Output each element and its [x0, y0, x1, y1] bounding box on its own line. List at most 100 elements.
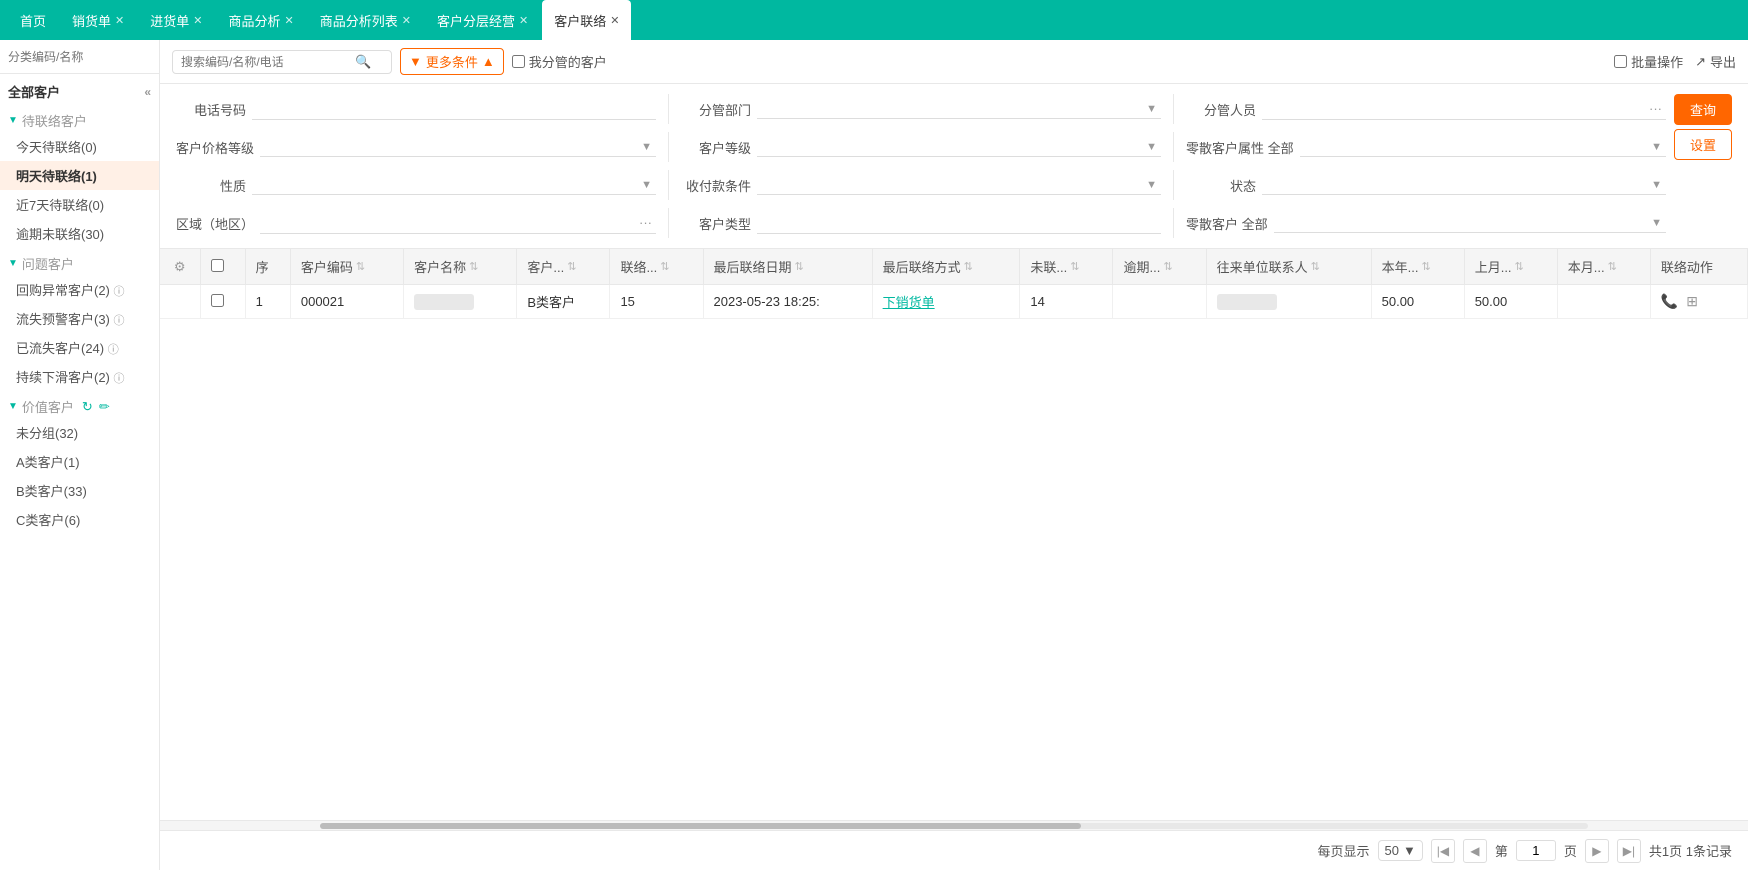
batch-checkbox[interactable]	[1614, 55, 1627, 68]
col-last-contact-date[interactable]: 最后联络日期⇅	[703, 249, 872, 285]
sidebar-item-class-b[interactable]: B类客户(33)	[0, 476, 159, 505]
close-icon[interactable]: ✕	[402, 14, 411, 27]
col-customer-code[interactable]: 客户编码⇅	[290, 249, 403, 285]
all-customers-section[interactable]: 全部客户 «	[0, 74, 159, 105]
filter-row-2: 客户价格等级 ▼ 客户等级 ▼	[176, 132, 1666, 162]
edit-icon[interactable]: ✏	[99, 399, 110, 415]
nav-home[interactable]: 首页	[8, 0, 58, 40]
person-label: 分管人员	[1186, 100, 1256, 119]
total-label: 共1页 1条记录	[1649, 841, 1732, 860]
sidebar-item-class-c[interactable]: C类客户(6)	[0, 505, 159, 534]
retail-attr-select[interactable]: ▼	[1300, 138, 1666, 157]
status-select[interactable]: ▼	[1262, 176, 1666, 195]
sidebar-item-today-contact[interactable]: 今天待联络(0)	[0, 132, 159, 161]
nav-tab-product-analysis[interactable]: 商品分析 ✕	[216, 0, 305, 40]
sidebar: 🔍 全部客户 « ▼ 待联络客户 今天待联络(0) 明天待联络(1) 近7天待联…	[0, 40, 160, 870]
col-customer-name[interactable]: 客户名称⇅	[404, 249, 517, 285]
chevron-down-icon: ▼	[1146, 103, 1157, 115]
region-select[interactable]: ···	[260, 212, 656, 234]
close-icon[interactable]: ✕	[519, 14, 528, 27]
sidebar-item-tomorrow-contact[interactable]: 明天待联络(1)	[0, 161, 159, 190]
close-icon[interactable]: ✕	[115, 14, 124, 27]
nav-tab-salesorder[interactable]: 销货单 ✕	[60, 0, 136, 40]
sidebar-item-ungrouped[interactable]: 未分组(32)	[0, 418, 159, 447]
col-settings[interactable]: ⚙	[160, 249, 200, 285]
payment-select[interactable]: ▼	[757, 176, 1161, 195]
col-last-month[interactable]: 上月...⇅	[1464, 249, 1557, 285]
sidebar-item-class-a[interactable]: A类客户(1)	[0, 447, 159, 476]
setting-button[interactable]: 设置	[1674, 129, 1732, 160]
phone-input[interactable]	[252, 98, 656, 120]
sidebar-item-declining[interactable]: 持续下滑客户(2) ⓘ	[0, 362, 159, 391]
status-label: 状态	[1186, 176, 1256, 195]
sidebar-item-7day-contact[interactable]: 近7天待联络(0)	[0, 190, 159, 219]
col-unit-contact[interactable]: 往来单位联系人⇅	[1206, 249, 1371, 285]
filter-retail-attr: 零散客户属性 全部 ▼	[1186, 138, 1666, 157]
price-level-select[interactable]: ▼	[260, 138, 656, 157]
col-contact-count[interactable]: 联络...⇅	[610, 249, 703, 285]
chevron-down-icon: ▼	[1146, 141, 1157, 153]
close-icon[interactable]: ✕	[193, 14, 202, 27]
sidebar-item-churned[interactable]: 已流失客户(24) ⓘ	[0, 333, 159, 362]
row-last-contact-date: 2023-05-23 18:25:	[703, 285, 872, 319]
scrollbar-thumb[interactable]	[320, 823, 1081, 829]
last-page-button[interactable]: ▶|	[1617, 839, 1641, 863]
batch-op-button[interactable]: 批量操作	[1614, 52, 1683, 71]
col-last-contact-method[interactable]: 最后联络方式⇅	[872, 249, 1020, 285]
first-page-button[interactable]: |◀	[1431, 839, 1455, 863]
grid-action-icon[interactable]: ⊞	[1686, 293, 1698, 310]
export-button[interactable]: ↗ 导出	[1695, 52, 1736, 71]
last-contact-method-link[interactable]: 下销货单	[883, 295, 935, 310]
person-select[interactable]: ···	[1262, 98, 1666, 120]
sort-icon: ⇅	[795, 260, 804, 273]
customer-type-input[interactable]	[757, 212, 1161, 234]
customer-level-select[interactable]: ▼	[757, 138, 1161, 157]
row-last-contact-method: 下销货单	[872, 285, 1020, 319]
col-this-month[interactable]: 本月...⇅	[1557, 249, 1650, 285]
close-icon[interactable]: ✕	[285, 14, 294, 27]
prev-page-button[interactable]: ◀	[1463, 839, 1487, 863]
nav-tab-purchaseorder[interactable]: 进货单 ✕	[138, 0, 214, 40]
nav-tab-customer-tier[interactable]: 客户分层经营 ✕	[425, 0, 540, 40]
page-label: 第	[1495, 841, 1508, 860]
col-this-year[interactable]: 本年...⇅	[1371, 249, 1464, 285]
dept-select[interactable]: ▼	[757, 100, 1161, 119]
col-customer-type[interactable]: 客户...⇅	[517, 249, 610, 285]
collapse-icon[interactable]: «	[144, 85, 151, 99]
col-overdue[interactable]: 逾期...⇅	[1113, 249, 1206, 285]
search-icon[interactable]: 🔍	[355, 54, 371, 70]
sidebar-item-abnormal-repurchase[interactable]: 回购异常客户(2) ⓘ	[0, 275, 159, 304]
sidebar-search-container: 🔍	[0, 40, 159, 74]
sidebar-item-churn-warning[interactable]: 流失预警客户(3) ⓘ	[0, 304, 159, 333]
sidebar-search-input[interactable]	[8, 50, 160, 64]
page-input[interactable]	[1516, 840, 1556, 861]
more-filter-button[interactable]: ▼ 更多条件 ▲	[400, 48, 504, 75]
search-input[interactable]	[181, 55, 351, 69]
sort-icon: ⇅	[1070, 260, 1079, 273]
my-customers-checkbox[interactable]: 我分管的客户	[512, 52, 607, 71]
next-page-button[interactable]: ▶	[1585, 839, 1609, 863]
filter-price-level: 客户价格等级 ▼	[176, 138, 656, 157]
nature-select[interactable]: ▼	[252, 176, 656, 195]
horizontal-scrollbar[interactable]	[160, 820, 1748, 830]
phone-action-icon[interactable]: 📞	[1661, 293, 1678, 310]
col-no-contact[interactable]: 未联...⇅	[1020, 249, 1113, 285]
query-button[interactable]: 查询	[1674, 94, 1732, 125]
per-page-select[interactable]: 50 ▼	[1378, 840, 1423, 861]
group-problem-customer: ▼ 问题客户	[0, 248, 159, 275]
top-navigation: 首页 销货单 ✕ 进货单 ✕ 商品分析 ✕ 商品分析列表 ✕ 客户分层经营 ✕ …	[0, 0, 1748, 40]
sort-icon: ⇅	[1311, 260, 1320, 273]
row-select-checkbox[interactable]	[211, 294, 224, 307]
per-page-label: 每页显示	[1318, 841, 1370, 860]
sidebar-item-overdue-contact[interactable]: 逾期未联络(30)	[0, 219, 159, 248]
page-suffix: 页	[1564, 841, 1577, 860]
refresh-icon[interactable]: ↻	[82, 399, 93, 415]
nav-tab-product-analysis-list[interactable]: 商品分析列表 ✕	[308, 0, 423, 40]
nav-tab-customer-contact[interactable]: 客户联络 ✕	[542, 0, 631, 40]
sort-icon: ⇅	[356, 260, 365, 273]
select-all-checkbox[interactable]	[211, 259, 224, 272]
close-icon[interactable]: ✕	[610, 14, 619, 27]
chevron-down-icon: ▼	[1651, 179, 1662, 191]
my-customers-check-input[interactable]	[512, 55, 525, 68]
retail-customer-select[interactable]: ▼	[1274, 214, 1666, 233]
